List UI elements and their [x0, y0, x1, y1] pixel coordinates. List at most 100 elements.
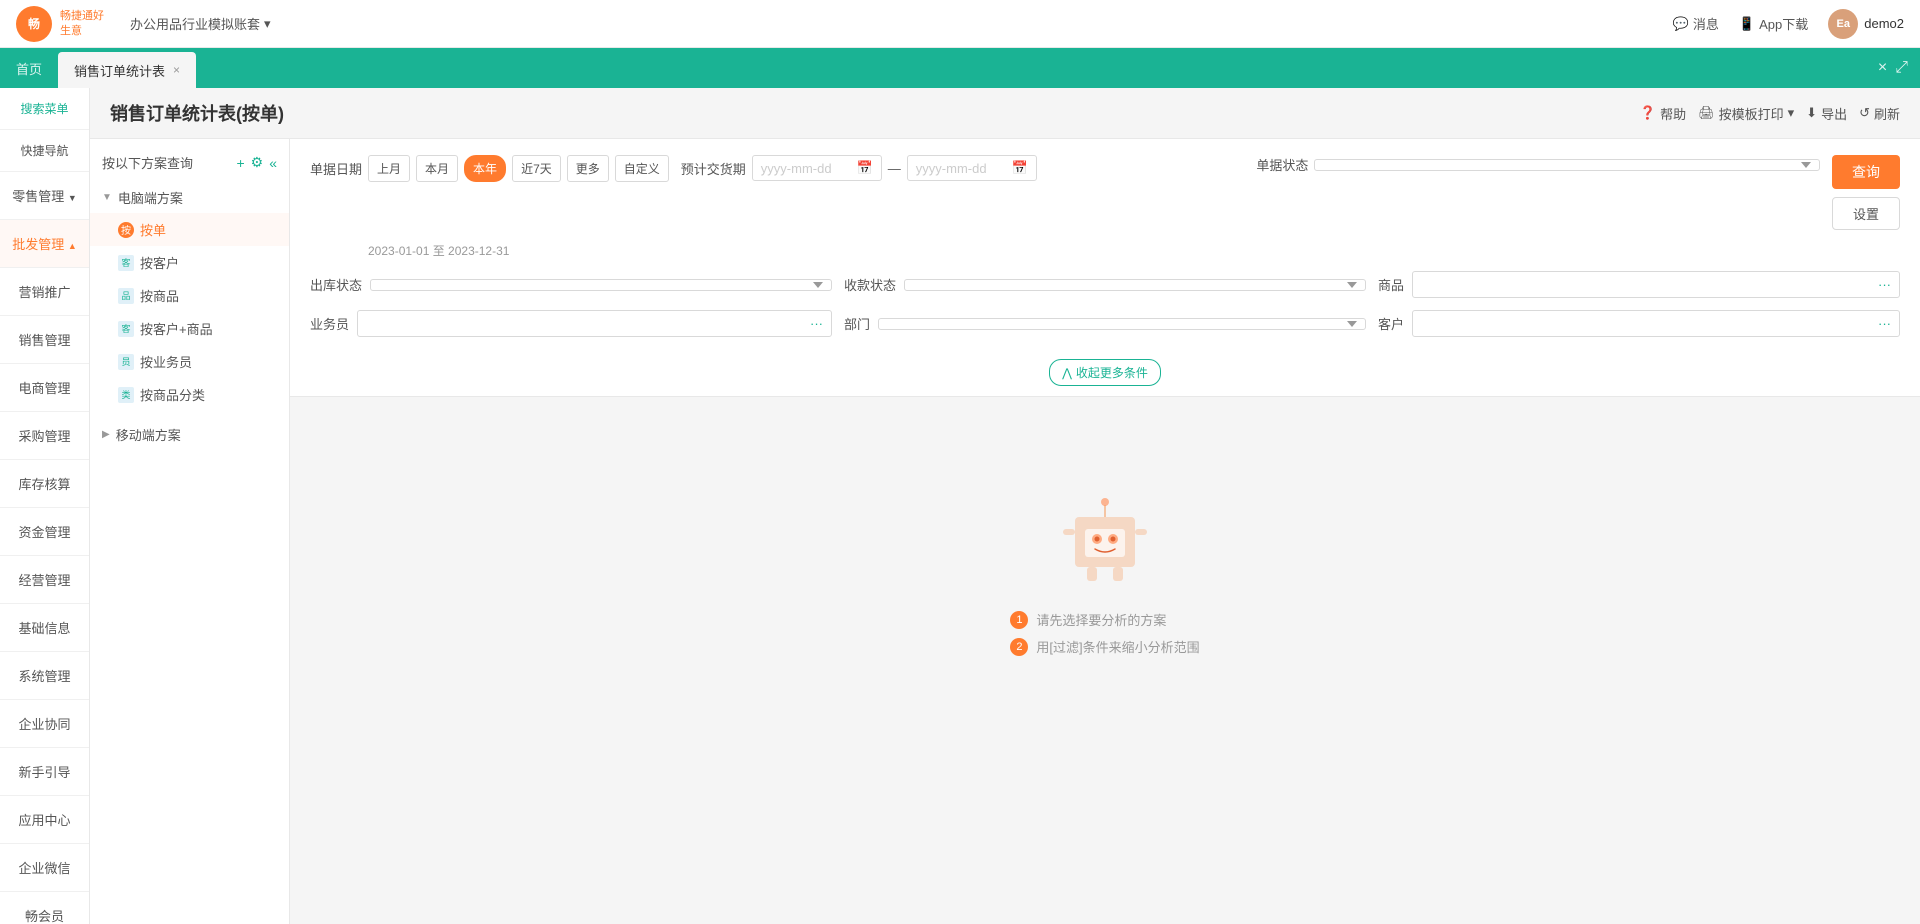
scheme-by-order-icon: 按 — [118, 222, 134, 238]
sidebar-item-newbie[interactable]: 新手引导 — [0, 748, 89, 796]
delivery-status-select[interactable] — [370, 279, 832, 291]
product-group: 商品 ··· — [1378, 271, 1900, 298]
message-button[interactable]: 💬 消息 — [1673, 14, 1719, 33]
store-selector[interactable]: 办公用品行业模拟账套 ▾ — [122, 10, 279, 37]
scheme-item-by-order[interactable]: 按 按单 — [90, 213, 289, 246]
avatar: Ea — [1828, 9, 1858, 39]
date-btn-last-month[interactable]: 上月 — [368, 155, 410, 182]
scheme-by-cust-prod-icon: 客 — [118, 321, 134, 337]
scheme-item-by-customer-product[interactable]: 客 按客户+商品 — [90, 312, 289, 345]
tab-close-icon[interactable]: × — [173, 63, 180, 77]
product-input[interactable]: ··· — [1412, 271, 1900, 298]
app-download-button[interactable]: 📱 App下载 — [1739, 14, 1808, 33]
scheme-label: 按以下方案查询 — [102, 153, 193, 172]
scheme-by-sales-icon: 员 — [118, 354, 134, 370]
scheme-mobile-header[interactable]: ▶ 移动端方案 — [90, 419, 289, 450]
scheme-by-customer-label: 按客户 — [140, 253, 179, 272]
date-start-placeholder: yyyy-mm-dd — [761, 161, 857, 176]
tab-sales-label: 销售订单统计表 — [74, 61, 165, 80]
date-btn-more[interactable]: 更多 — [567, 155, 609, 182]
customer-input[interactable]: ··· — [1412, 310, 1900, 337]
scheme-panel: 按以下方案查询 + ⚙ « ▼ 电脑端方案 按 按单 — [90, 139, 290, 924]
sidebar-item-sales[interactable]: 销售管理 — [0, 316, 89, 364]
scheme-item-by-salesperson[interactable]: 员 按业务员 — [90, 345, 289, 378]
tip-num-1: 1 — [1010, 611, 1028, 629]
department-select[interactable] — [878, 318, 1366, 330]
scheme-item-by-customer[interactable]: 客 按客户 — [90, 246, 289, 279]
department-group: 部门 — [844, 314, 1366, 333]
collapse-button[interactable]: ⋀ 收起更多条件 — [1049, 359, 1161, 386]
date-btn-last-7days[interactable]: 近7天 — [512, 155, 561, 182]
tab-minimize-button[interactable]: × — [1878, 59, 1887, 77]
sidebar-item-member[interactable]: 畅会员 — [0, 892, 89, 924]
sidebar-item-retail[interactable]: 零售管理 ▼ — [0, 172, 89, 220]
sidebar-item-system[interactable]: 系统管理 — [0, 652, 89, 700]
refresh-button[interactable]: ↺ 刷新 — [1859, 104, 1900, 123]
scheme-by-product-label: 按商品 — [140, 286, 179, 305]
doc-status-select[interactable] — [1314, 159, 1820, 171]
scheme-item-by-product[interactable]: 品 按商品 — [90, 279, 289, 312]
calendar-start-icon: 📅 — [857, 160, 873, 176]
help-icon: ❓ — [1640, 105, 1656, 121]
collection-status-label: 收款状态 — [844, 275, 896, 294]
product-label: 商品 — [1378, 275, 1404, 294]
scheme-by-order-label: 按单 — [140, 220, 166, 239]
scheme-mobile-label: 移动端方案 — [116, 425, 181, 444]
scheme-collapse-icon[interactable]: « — [269, 155, 277, 171]
scheme-pc-header[interactable]: ▼ 电脑端方案 — [90, 182, 289, 213]
sidebar-item-operation[interactable]: 经营管理 — [0, 556, 89, 604]
empty-tip-1: 1 请先选择要分析的方案 — [1010, 610, 1199, 629]
store-dropdown-icon: ▾ — [264, 16, 271, 32]
print-button[interactable]: 🖨 按模板打印 ▾ — [1698, 104, 1794, 123]
refresh-label: 刷新 — [1874, 104, 1900, 123]
user-profile[interactable]: Ea demo2 — [1828, 9, 1904, 39]
tab-bar-actions: × ⤢ — [1878, 59, 1920, 77]
salesperson-input[interactable]: ··· — [357, 310, 832, 337]
date-btn-this-month[interactable]: 本月 — [416, 155, 458, 182]
collection-status-select[interactable] — [904, 279, 1366, 291]
sidebar-item-basic[interactable]: 基础信息 — [0, 604, 89, 652]
sidebar-item-marketing[interactable]: 营销推广 — [0, 268, 89, 316]
query-button[interactable]: 查询 — [1832, 155, 1900, 189]
date-start-input[interactable]: yyyy-mm-dd 📅 — [752, 155, 882, 181]
query-area: 单据日期 上月 本月 本年 近7天 更多 自定义 预计交货期 y — [290, 139, 1920, 924]
scheme-add-icon[interactable]: + — [236, 155, 244, 171]
collapse-bar: ⋀ 收起更多条件 — [310, 349, 1900, 396]
tab-maximize-button[interactable]: ⤢ — [1895, 59, 1908, 77]
date-btn-this-year[interactable]: 本年 — [464, 155, 506, 182]
sidebar-item-inventory[interactable]: 库存核算 — [0, 460, 89, 508]
sidebar-search[interactable]: 搜索菜单 — [0, 88, 89, 130]
sidebar-item-finance[interactable]: 资金管理 — [0, 508, 89, 556]
tab-bar: 首页 销售订单统计表 × × ⤢ — [0, 48, 1920, 88]
tab-sales-order-stat[interactable]: 销售订单统计表 × — [58, 52, 196, 88]
help-button[interactable]: ❓ 帮助 — [1640, 104, 1686, 123]
tab-home[interactable]: 首页 — [0, 48, 58, 88]
sidebar-item-wechat[interactable]: 企业微信 — [0, 844, 89, 892]
export-button[interactable]: ⬇ 导出 — [1806, 104, 1847, 123]
message-label: 消息 — [1693, 14, 1719, 33]
date-btn-custom[interactable]: 自定义 — [615, 155, 669, 182]
page-header: 销售订单统计表(按单) ❓ 帮助 🖨 按模板打印 ▾ ⬇ 导出 ↺ 刷新 — [90, 88, 1920, 139]
query-button-group: 查询 设置 — [1832, 155, 1900, 230]
collapse-arrow-icon: ⋀ — [1062, 366, 1072, 380]
sidebar-quick-nav[interactable]: 快捷导航 — [0, 130, 89, 172]
scheme-item-by-product-category[interactable]: 类 按商品分类 — [90, 378, 289, 411]
scheme-pc-section: ▼ 电脑端方案 按 按单 客 按客户 品 — [90, 178, 289, 415]
date-end-input[interactable]: yyyy-mm-dd 📅 — [907, 155, 1037, 181]
sidebar-item-wholesale[interactable]: 批发管理 ▲ — [0, 220, 89, 268]
date-end-placeholder: yyyy-mm-dd — [916, 161, 1012, 176]
scheme-settings-icon[interactable]: ⚙ — [251, 154, 264, 171]
empty-state: 1 请先选择要分析的方案 2 用[过滤]条件来缩小分析范围 — [290, 397, 1920, 736]
print-dropdown-icon: ▾ — [1788, 105, 1795, 121]
collection-status-group: 收款状态 — [844, 275, 1366, 294]
page-actions: ❓ 帮助 🖨 按模板打印 ▾ ⬇ 导出 ↺ 刷新 — [1640, 104, 1900, 123]
sidebar-item-cooperation[interactable]: 企业协同 — [0, 700, 89, 748]
settings-button[interactable]: 设置 — [1832, 197, 1900, 230]
top-bar-right: 💬 消息 📱 App下载 Ea demo2 — [1673, 9, 1904, 39]
sidebar-item-purchase[interactable]: 采购管理 — [0, 412, 89, 460]
sidebar-item-appcenter[interactable]: 应用中心 — [0, 796, 89, 844]
sidebar-item-ecommerce[interactable]: 电商管理 — [0, 364, 89, 412]
refresh-icon: ↺ — [1859, 105, 1870, 121]
date-range-text: 2023-01-01 至 2023-12-31 — [368, 242, 1900, 259]
delivery-status-group: 出库状态 — [310, 275, 832, 294]
